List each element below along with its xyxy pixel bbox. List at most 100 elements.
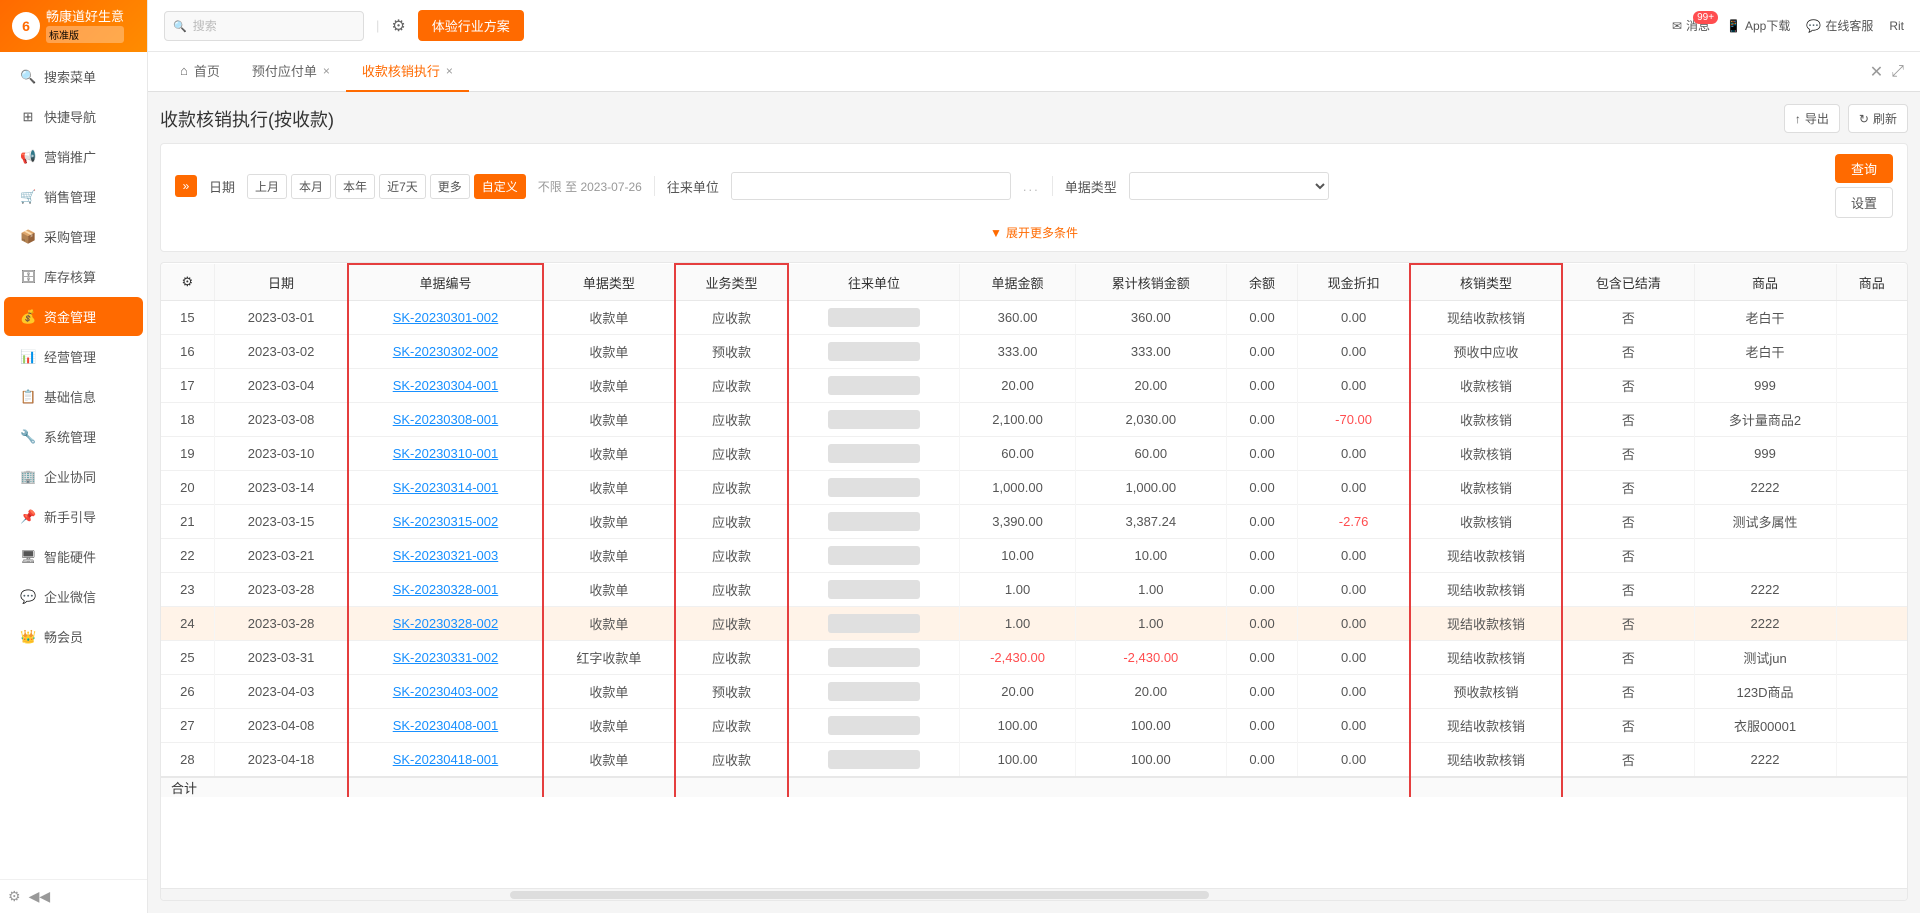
table-scroll[interactable]: ⚙ 日期 单据编号 单据类型 业务类型 往来单位 单据金额 累计核销金额 余额 … (161, 263, 1907, 888)
date-btn-custom[interactable]: 自定义 (474, 174, 526, 199)
setting-btn[interactable]: 设置 (1835, 187, 1893, 218)
td-date: 2023-03-15 (214, 505, 348, 539)
sidebar-item-operations[interactable]: 经营管理 (4, 337, 143, 376)
sidebar-item-purchase[interactable]: 采购管理 (4, 217, 143, 256)
td-bill-no[interactable]: SK-20230302-002 (348, 335, 542, 369)
sidebar-item-device[interactable]: 智能硬件 (4, 537, 143, 576)
bill-no-link[interactable]: SK-20230328-001 (393, 582, 499, 597)
td-bill-no[interactable]: SK-20230331-002 (348, 641, 542, 675)
table-row: 26 2023-04-03 SK-20230403-002 收款单 预收款 ██… (161, 675, 1907, 709)
topbar-divider: | (376, 18, 379, 33)
td-bill-no[interactable]: SK-20230314-001 (348, 471, 542, 505)
collapse-icon[interactable]: ◀◀ (29, 888, 51, 905)
industry-btn[interactable]: 体验行业方案 (418, 10, 524, 41)
tab-prepay-close[interactable]: × (323, 64, 330, 78)
partner-input[interactable] (731, 172, 1011, 200)
bill-no-link[interactable]: SK-20230301-002 (393, 310, 499, 325)
service-icon: 💬 (1806, 19, 1821, 33)
td-bill-no[interactable]: SK-20230321-003 (348, 539, 542, 573)
td-bill-no[interactable]: SK-20230304-001 (348, 369, 542, 403)
date-btn-last-month[interactable]: 上月 (247, 174, 287, 199)
td-goods: 老白干 (1694, 301, 1836, 335)
sidebar-item-inventory[interactable]: 库存核算 (4, 257, 143, 296)
bill-no-link[interactable]: SK-20230321-003 (393, 548, 499, 563)
nav-corp-icon (20, 468, 36, 485)
bill-no-link[interactable]: SK-20230328-002 (393, 616, 499, 631)
filter-toggle[interactable]: » (175, 175, 197, 197)
td-bill-no[interactable]: SK-20230328-002 (348, 607, 542, 641)
user-area[interactable]: Rit (1889, 19, 1904, 33)
gear-icon[interactable] (391, 16, 405, 36)
tab-receipt-cancel[interactable]: 收款核销执行 × (346, 52, 469, 92)
sidebar-item-search-menu[interactable]: 搜索菜单 (4, 57, 143, 96)
sidebar-item-base[interactable]: 基础信息 (4, 377, 143, 416)
refresh-btn[interactable]: ↻ 刷新 (1848, 104, 1908, 133)
td-bill-no[interactable]: SK-20230408-001 (348, 709, 542, 743)
sidebar-item-finance[interactable]: 资金管理 (4, 297, 143, 336)
tab-home[interactable]: ⌂ 首页 (164, 52, 236, 92)
bill-type-select[interactable] (1129, 172, 1329, 200)
tab-expand-icon[interactable]: ⤢ (1891, 63, 1904, 81)
tab-prepay[interactable]: 预付应付单 × (236, 52, 346, 92)
filter-expand[interactable]: ▼ 展开更多条件 (175, 224, 1893, 241)
sidebar-item-corp[interactable]: 企业协同 (4, 457, 143, 496)
td-bill-no[interactable]: SK-20230301-002 (348, 301, 542, 335)
td-goods: 多计量商品2 (1694, 403, 1836, 437)
nav-wechat-icon (20, 588, 36, 605)
table-scrollbar[interactable] (510, 891, 1208, 899)
bill-no-link[interactable]: SK-20230331-002 (393, 650, 499, 665)
td-bill-no[interactable]: SK-20230418-001 (348, 743, 542, 778)
bill-no-link[interactable]: SK-20230314-001 (393, 480, 499, 495)
sidebar-item-member[interactable]: 畅会员 (4, 617, 143, 656)
sidebar-item-guide[interactable]: 新手引导 (4, 497, 143, 536)
export-btn[interactable]: ↑ 导出 (1784, 104, 1840, 133)
table-row: 17 2023-03-04 SK-20230304-001 收款单 应收款 ██… (161, 369, 1907, 403)
bill-no-link[interactable]: SK-20230315-002 (393, 514, 499, 529)
date-btn-7days[interactable]: 近7天 (379, 174, 426, 199)
td-balance: 0.00 (1226, 709, 1298, 743)
sidebar-item-sales[interactable]: 销售管理 (4, 177, 143, 216)
bill-no-link[interactable]: SK-20230403-002 (393, 684, 499, 699)
search-placeholder: 搜索 (193, 17, 217, 34)
online-service[interactable]: 💬 在线客服 (1806, 17, 1873, 34)
td-amount: 100.00 (960, 709, 1076, 743)
filter-action-btns: 查询 设置 (1835, 154, 1893, 218)
td-balance: 0.00 (1226, 437, 1298, 471)
td-bill-no[interactable]: SK-20230403-002 (348, 675, 542, 709)
home-icon: ⌂ (180, 63, 188, 78)
td-goods2 (1836, 675, 1907, 709)
sidebar-item-system[interactable]: 系统管理 (4, 417, 143, 456)
td-bill-no[interactable]: SK-20230328-001 (348, 573, 542, 607)
date-btn-more[interactable]: 更多 (430, 174, 470, 199)
bill-no-link[interactable]: SK-20230408-001 (393, 718, 499, 733)
sidebar-item-marketing[interactable]: 营销推广 (4, 137, 143, 176)
app-download[interactable]: 📱 App下载 (1726, 17, 1790, 34)
date-btn-this-month[interactable]: 本月 (291, 174, 331, 199)
td-bill-no[interactable]: SK-20230315-002 (348, 505, 542, 539)
tab-close-all-icon[interactable]: ✕ (1870, 62, 1883, 82)
bill-no-link[interactable]: SK-20230418-001 (393, 752, 499, 767)
bill-no-link[interactable]: SK-20230304-001 (393, 378, 499, 393)
table-body: 15 2023-03-01 SK-20230301-002 收款单 应收款 ██… (161, 301, 1907, 778)
topbar-search[interactable]: 搜索 (164, 11, 364, 41)
th-include-cleared: 包含已结清 (1562, 264, 1694, 301)
td-goods: 衣服00001 (1694, 709, 1836, 743)
settings-icon[interactable]: ⚙ (8, 888, 21, 905)
footer-goods (1694, 777, 1836, 797)
td-include-cleared: 否 (1562, 641, 1694, 675)
bill-no-link[interactable]: SK-20230310-001 (393, 446, 499, 461)
sidebar-item-quick-nav[interactable]: 快捷导航 (4, 97, 143, 136)
td-bill-no[interactable]: SK-20230310-001 (348, 437, 542, 471)
tab-receipt-cancel-close[interactable]: × (446, 64, 453, 78)
bill-no-link[interactable]: SK-20230308-001 (393, 412, 499, 427)
msg-area[interactable]: ✉ 消息 99+ (1672, 17, 1710, 34)
sidebar-label-purchase: 采购管理 (44, 227, 96, 246)
th-settings[interactable]: ⚙ (161, 264, 214, 301)
td-date: 2023-04-18 (214, 743, 348, 778)
query-btn[interactable]: 查询 (1835, 154, 1893, 183)
sidebar-item-wechat[interactable]: 企业微信 (4, 577, 143, 616)
date-btn-this-year[interactable]: 本年 (335, 174, 375, 199)
bill-no-link[interactable]: SK-20230302-002 (393, 344, 499, 359)
td-amount: 20.00 (960, 369, 1076, 403)
td-bill-no[interactable]: SK-20230308-001 (348, 403, 542, 437)
